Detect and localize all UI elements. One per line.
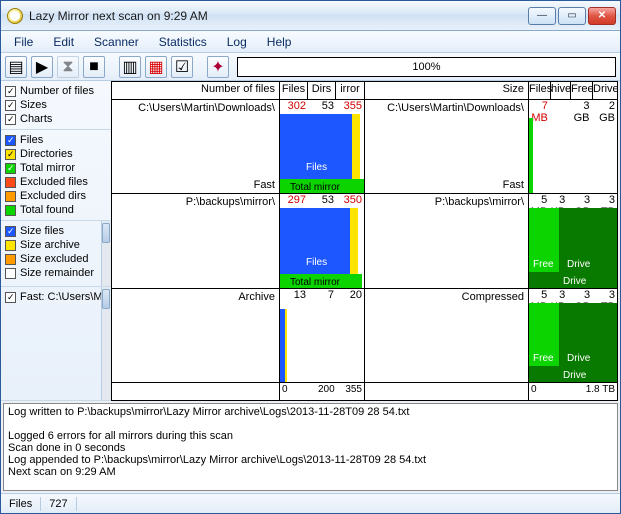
sidebar-group-display: Number of files Sizes Charts xyxy=(1,81,111,130)
stop-icon: ■ xyxy=(89,58,99,76)
menubar: File Edit Scanner Statistics Log Help xyxy=(1,31,620,53)
col-head-right: Size Files hive Free Drive xyxy=(365,82,617,100)
list-icon: ▥ xyxy=(122,57,137,77)
chk-sizes[interactable]: Sizes xyxy=(5,98,107,112)
chk-files[interactable]: Files xyxy=(5,133,107,147)
stop-button[interactable]: ■ xyxy=(83,56,105,78)
sidebar-group-categories: Files Directories Total mirror Excluded … xyxy=(1,130,111,221)
chk-directories[interactable]: Directories xyxy=(5,147,107,161)
chk-size-excluded[interactable]: Size excluded xyxy=(5,252,107,266)
check-icon: ☑ xyxy=(175,57,189,77)
col-head-left: Number of files Files Dirs irror xyxy=(112,82,364,100)
play-icon: ▶ xyxy=(36,57,48,77)
chk-number-of-files[interactable]: Number of files xyxy=(5,84,107,98)
window-title: Lazy Mirror next scan on 9:29 AM xyxy=(29,9,528,23)
menu-file[interactable]: File xyxy=(5,33,42,51)
chk-total-mirror[interactable]: Total mirror xyxy=(5,161,107,175)
app-icon xyxy=(7,8,23,24)
row-archive-left: Archive 13720 xyxy=(112,289,364,382)
app-window: Lazy Mirror next scan on 9:29 AM — ▭ ✕ F… xyxy=(0,0,621,514)
sidebar: Number of files Sizes Charts Files Direc… xyxy=(1,81,111,401)
row-dst-left: P:\backups\mirror\ 29753350 Total mirror… xyxy=(112,194,364,288)
view2-button[interactable]: ▦ xyxy=(145,56,167,78)
chk-fast-source[interactable]: Fast: C:\Users\Ma xyxy=(5,290,107,304)
menu-log[interactable]: Log xyxy=(218,33,256,51)
sidebar-scrollbar[interactable] xyxy=(101,221,111,286)
play-button[interactable]: ▶ xyxy=(31,56,53,78)
titlebar[interactable]: Lazy Mirror next scan on 9:29 AM — ▭ ✕ xyxy=(1,1,620,31)
scrollbar-thumb-2[interactable] xyxy=(102,289,110,309)
col-size: Size Files hive Free Drive C:\Users\Mart… xyxy=(365,82,617,400)
status-count: 727 xyxy=(41,497,76,511)
menu-help[interactable]: Help xyxy=(258,33,301,51)
progress-bar: 100% xyxy=(237,57,616,77)
col-number-of-files: Number of files Files Dirs irror C:\User… xyxy=(112,82,365,400)
row-dst-right: P:\backups\mirror\ 5 MB3 KB3 GB3 TB Driv… xyxy=(365,194,617,288)
row-compressed-right: Compressed 5 MB3 KB3 GB3 TB Drive Free D… xyxy=(365,289,617,382)
new-doc-button[interactable]: ▤ xyxy=(5,56,27,78)
maximize-button[interactable]: ▭ xyxy=(558,7,586,25)
progress-text: 100% xyxy=(412,61,440,73)
view1-button[interactable]: ▥ xyxy=(119,56,141,78)
menu-scanner[interactable]: Scanner xyxy=(85,33,148,51)
chk-charts[interactable]: Charts xyxy=(5,112,107,126)
menu-edit[interactable]: Edit xyxy=(44,33,83,51)
grid-icon: ▦ xyxy=(148,57,163,77)
close-button[interactable]: ✕ xyxy=(588,7,616,25)
charts-panel: Number of files Files Dirs irror C:\User… xyxy=(111,81,618,401)
minimize-button[interactable]: — xyxy=(528,7,556,25)
checks-button[interactable]: ☑ xyxy=(171,56,193,78)
body: Number of files Sizes Charts Files Direc… xyxy=(1,81,620,401)
sidebar-group-mirrors: Fast: C:\Users\Ma xyxy=(1,287,111,401)
chk-excluded-files[interactable]: Excluded files xyxy=(5,175,107,189)
hourglass-icon: ⧗ xyxy=(62,58,73,76)
sidebar-scrollbar-2[interactable] xyxy=(101,287,111,400)
sidebar-group-sizes: Size files Size archive Size excluded Si… xyxy=(1,221,111,287)
chk-excluded-dirs[interactable]: Excluded dirs xyxy=(5,189,107,203)
chk-size-remainder[interactable]: Size remainder xyxy=(5,266,107,280)
chk-size-archive[interactable]: Size archive xyxy=(5,238,107,252)
row-src-left: C:\Users\Martin\Downloads\Fast 30253355 … xyxy=(112,100,364,194)
log-textbox[interactable]: Log written to P:\backups\mirror\Lazy Mi… xyxy=(3,403,618,491)
page-icon: ▤ xyxy=(8,57,23,77)
toolbar: ▤ ▶ ⧗ ■ ▥ ▦ ☑ ✦ 100% xyxy=(1,53,620,81)
chk-size-files[interactable]: Size files xyxy=(5,224,107,238)
status-label: Files xyxy=(1,497,41,511)
row-src-right: C:\Users\Martin\Downloads\Fast 7 MB3 GB2… xyxy=(365,100,617,194)
menu-statistics[interactable]: Statistics xyxy=(150,33,216,51)
book-icon: ✦ xyxy=(211,57,224,77)
hourglass-button: ⧗ xyxy=(57,56,79,78)
help-button[interactable]: ✦ xyxy=(207,56,229,78)
status-bar: Files 727 xyxy=(1,493,620,513)
chk-total-found[interactable]: Total found xyxy=(5,203,107,217)
scrollbar-thumb[interactable] xyxy=(102,223,110,243)
